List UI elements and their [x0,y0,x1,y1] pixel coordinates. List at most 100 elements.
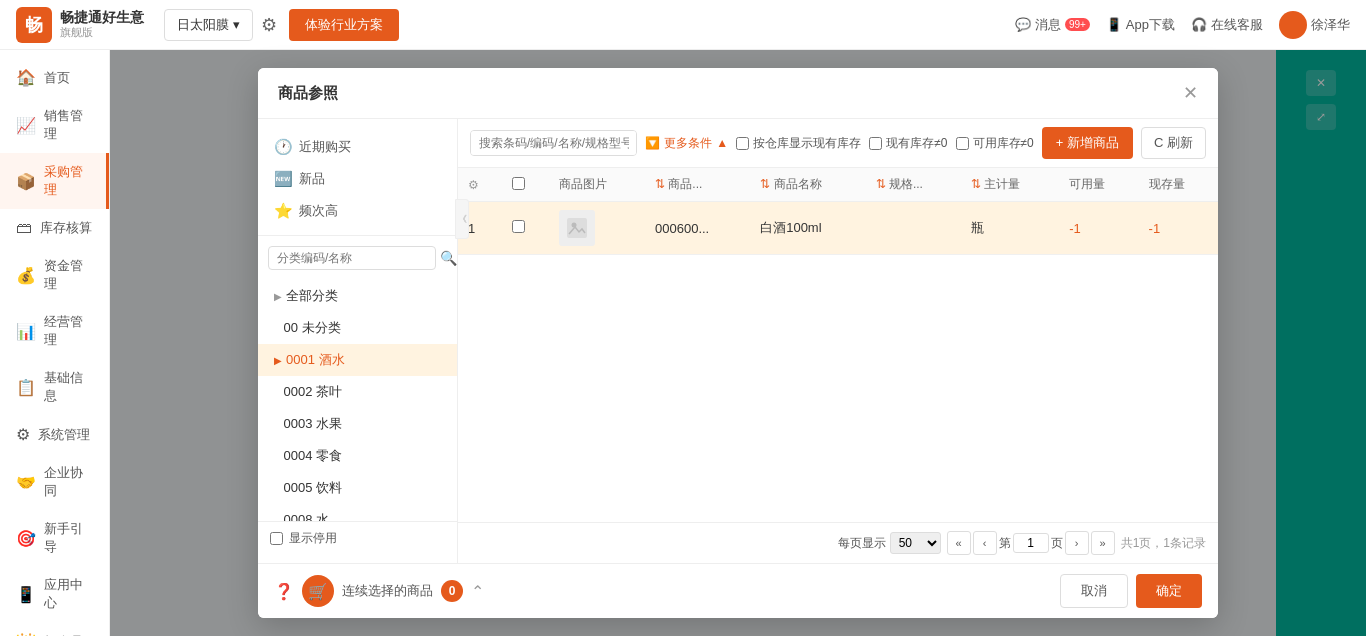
search-icon[interactable]: 🔍 [440,250,457,266]
right-panel: 🔍 🔽 更多条件 ▲ 按仓库显示现有库存 [458,119,1218,563]
row-checkbox[interactable] [502,202,549,255]
warehouse-checkbox[interactable] [736,137,749,150]
cat-item-liquor[interactable]: ▶ 0001 酒水 [258,344,457,376]
existing-checkbox[interactable] [869,137,882,150]
existing-label: 现有库存≠0 [886,135,947,152]
cat-item-snack[interactable]: 0004 零食 [258,440,457,472]
col-available-header[interactable]: 可用量 [1059,168,1138,202]
cat-label: 0004 零食 [284,447,343,465]
cat-item-fruit[interactable]: 0003 水果 [258,408,457,440]
app-download-btn[interactable]: 📱 App下载 [1106,16,1175,34]
col-code-header[interactable]: ⇅ 商品... [645,168,750,202]
sidebar-item-cooperation[interactable]: 🤝 企业协同 [0,454,109,510]
online-service-btn[interactable]: 🎧 在线客服 [1191,16,1263,34]
divider [258,235,457,236]
add-product-btn[interactable]: + 新增商品 [1042,127,1133,159]
page-info: 共1页，1条记录 [1121,535,1206,552]
arrow-icon [274,483,280,494]
row-code: 000600... [645,202,750,255]
sidebar-item-member[interactable]: 👑 畅会员 [0,622,109,636]
experience-btn[interactable]: 体验行业方案 [289,9,399,41]
per-page-label: 每页显示 [838,535,886,552]
messages-btn[interactable]: 💬 消息 99+ [1015,16,1090,34]
cancel-btn[interactable]: 取消 [1060,574,1128,608]
filter-arrow-icon: ▲ [716,136,728,150]
modal-close-btn[interactable]: ✕ [1183,82,1198,104]
sidebar-item-guide[interactable]: 🎯 新手引导 [0,510,109,566]
user-name: 徐泽华 [1311,16,1350,34]
logo-sub: 旗舰版 [60,25,144,40]
row-select-checkbox[interactable] [512,220,525,233]
quick-item-recent[interactable]: 🕐 近期购买 [258,131,457,163]
product-table: ⚙ 商品图片 ⇅ 商品... [458,168,1218,255]
modal-title: 商品参照 [278,84,338,103]
gear-icon[interactable]: ⚙ [261,14,277,36]
sidebar: 🏠 首页 📈 销售管理 📦 采购管理 🗃 库存核算 💰 资金管理 📊 经营管理 … [0,50,110,636]
available-filter[interactable]: 可用库存≠0 [956,135,1034,152]
last-page-btn[interactable]: » [1091,531,1115,555]
app-label: App下载 [1126,16,1175,34]
company-dropdown[interactable]: 日太阳膜 ▾ [164,9,253,41]
next-page-btn[interactable]: › [1065,531,1089,555]
sidebar-label: 畅会员 [44,633,83,637]
page-suffix: 页 [1051,535,1063,552]
first-page-btn[interactable]: « [947,531,971,555]
messages-label: 消息 [1035,16,1061,34]
help-icon[interactable]: ❓ [274,582,294,601]
arrow-icon [274,451,280,462]
available-checkbox[interactable] [956,137,969,150]
arrow-icon: ▶ [274,291,282,302]
select-all-checkbox[interactable] [512,177,525,190]
row-available: -1 [1059,202,1138,255]
cat-item-beverage[interactable]: 0005 饮料 [258,472,457,504]
collapse-footer-icon[interactable]: ⌃ [471,582,484,601]
sidebar-item-app[interactable]: 📱 应用中心 [0,566,109,622]
confirm-btn[interactable]: 确定 [1136,574,1202,608]
cat-item-tea[interactable]: 0002 茶叶 [258,376,457,408]
prev-page-btn[interactable]: ‹ [973,531,997,555]
col-settings[interactable]: ⚙ [458,168,502,202]
svg-rect-0 [567,218,587,238]
existing-filter[interactable]: 现有库存≠0 [869,135,947,152]
quick-item-new[interactable]: 🆕 新品 [258,163,457,195]
member-icon: 👑 [16,632,36,636]
sidebar-label: 库存核算 [40,219,92,237]
cat-item-uncategorized[interactable]: 00 未分类 [258,312,457,344]
warehouse-filter[interactable]: 按仓库显示现有库存 [736,135,861,152]
cat-item-water[interactable]: 0008 水 [258,504,457,521]
display-disabled-checkbox[interactable] [270,532,283,545]
per-page-dropdown[interactable]: 501020100 [890,532,941,554]
quick-item-frequent[interactable]: ⭐ 频次高 [258,195,457,227]
sidebar-item-purchase[interactable]: 📦 采购管理 [0,153,109,209]
logo-icon: 畅 [16,7,52,43]
main-layout: 🏠 首页 📈 销售管理 📦 采购管理 🗃 库存核算 💰 资金管理 📊 经营管理 … [0,50,1366,636]
sidebar-item-basic-info[interactable]: 📋 基础信息 [0,359,109,415]
sidebar-item-inventory[interactable]: 🗃 库存核算 [0,209,109,247]
row-unit: 瓶 [961,202,1059,255]
cat-item-all[interactable]: ▶ 全部分类 [258,280,457,312]
col-spec-header[interactable]: ⇅ 规格... [866,168,961,202]
sort-icon: ⇅ [876,177,886,191]
filter-label: 更多条件 [664,135,712,152]
category-search-input[interactable] [268,246,436,270]
sidebar-item-operations[interactable]: 📊 经营管理 [0,303,109,359]
col-unit-header[interactable]: ⇅ 主计量 [961,168,1059,202]
sidebar-item-home[interactable]: 🏠 首页 [0,58,109,97]
cart-btn[interactable]: 🛒 [302,575,334,607]
sidebar-item-finance[interactable]: 💰 资金管理 [0,247,109,303]
table-area: ⚙ 商品图片 ⇅ 商品... [458,168,1218,522]
col-stock-header[interactable]: 现存量 [1139,168,1218,202]
system-icon: ⚙ [16,425,30,444]
sidebar-item-system[interactable]: ⚙ 系统管理 [0,415,109,454]
col-name-header[interactable]: ⇅ 商品名称 [750,168,865,202]
col-checkbox-header[interactable] [502,168,549,202]
panel-collapse-btn[interactable]: 《 [455,199,469,239]
filter-btn[interactable]: 🔽 更多条件 ▲ [645,135,728,152]
page-input[interactable] [1013,533,1049,553]
user-area[interactable]: 徐泽华 [1279,11,1350,39]
sidebar-item-sales[interactable]: 📈 销售管理 [0,97,109,153]
refresh-btn[interactable]: C 刷新 [1141,127,1206,159]
table-row[interactable]: 1 000600... 白酒100ml 瓶 -1 -1 [458,202,1218,255]
operations-icon: 📊 [16,322,36,341]
table-search-input[interactable] [471,131,637,155]
